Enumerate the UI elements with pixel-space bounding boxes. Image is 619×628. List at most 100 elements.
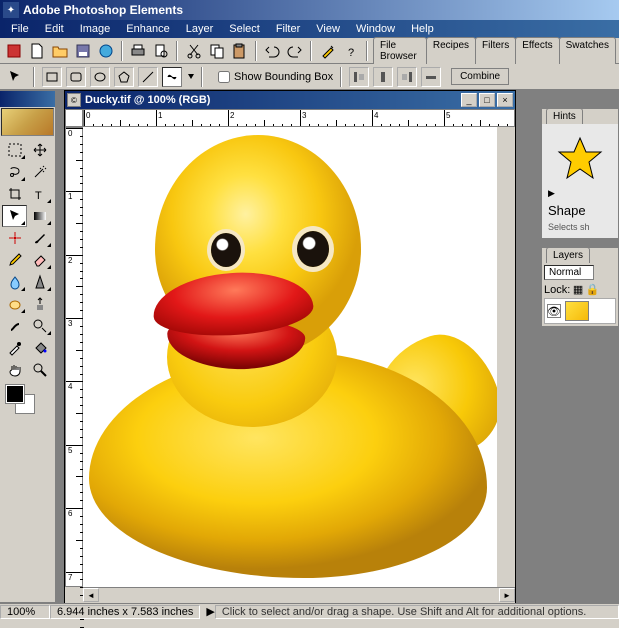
undo-icon[interactable] xyxy=(262,40,283,62)
visibility-toggle[interactable]: 👁 xyxy=(547,304,561,318)
ruler-origin[interactable] xyxy=(65,109,83,127)
app-icon: ✦ xyxy=(3,2,19,18)
show-bounding-box-checkbox[interactable]: Show Bounding Box xyxy=(218,71,333,83)
cut-icon[interactable] xyxy=(183,40,204,62)
menu-layer[interactable]: Layer xyxy=(179,22,221,36)
quickfix-icon[interactable] xyxy=(317,40,338,62)
menu-view[interactable]: View xyxy=(309,22,347,36)
canvas[interactable] xyxy=(83,127,497,587)
svg-text:T: T xyxy=(35,190,42,202)
sponge-tool[interactable] xyxy=(2,293,27,315)
paste-icon[interactable] xyxy=(229,40,250,62)
align-center-icon[interactable] xyxy=(373,67,393,87)
shape-options-dropdown[interactable] xyxy=(188,74,194,79)
marquee-tool[interactable] xyxy=(2,139,27,161)
shape-ellipse[interactable] xyxy=(90,67,110,87)
gradient-tool[interactable] xyxy=(28,205,53,227)
lasso-tool[interactable] xyxy=(2,161,27,183)
scroll-left-button[interactable]: ◄ xyxy=(83,588,99,602)
vertical-ruler[interactable]: 01234567 xyxy=(65,127,83,587)
shape-rounded-rect[interactable] xyxy=(66,67,86,87)
zoom-tool[interactable] xyxy=(28,359,53,381)
save-web-icon[interactable] xyxy=(95,40,116,62)
open-file-icon[interactable] xyxy=(50,40,71,62)
horizontal-ruler[interactable]: 012345 xyxy=(83,109,515,127)
eraser-tool[interactable] xyxy=(28,249,53,271)
save-icon[interactable] xyxy=(72,40,93,62)
menu-image[interactable]: Image xyxy=(73,22,118,36)
print-preview-icon[interactable] xyxy=(151,40,172,62)
crop-tool[interactable] xyxy=(2,183,27,205)
hand-tool[interactable] xyxy=(2,359,27,381)
redo-icon[interactable] xyxy=(285,40,306,62)
sharpen-tool[interactable] xyxy=(28,271,53,293)
print-icon[interactable] xyxy=(128,40,149,62)
menu-enhance[interactable]: Enhance xyxy=(119,22,176,36)
layers-tab[interactable]: Layers xyxy=(546,247,590,263)
hints-tab[interactable]: Hints xyxy=(546,108,583,124)
menu-edit[interactable]: Edit xyxy=(38,22,71,36)
lock-all-icon[interactable]: 🔒 xyxy=(586,284,600,296)
align-right-icon[interactable] xyxy=(397,67,417,87)
adobe-online-icon[interactable] xyxy=(4,40,25,62)
bounding-box-input[interactable] xyxy=(218,71,230,83)
lock-transparent-icon[interactable]: ▦ xyxy=(573,284,583,296)
copy-icon[interactable] xyxy=(206,40,227,62)
bucket-tool[interactable] xyxy=(28,337,53,359)
status-expand-icon[interactable]: ▶ xyxy=(206,605,214,618)
help-icon[interactable]: ? xyxy=(340,40,361,62)
separator xyxy=(255,41,257,61)
close-button[interactable]: × xyxy=(497,93,513,107)
separator xyxy=(310,41,312,61)
zoom-field[interactable]: 100% xyxy=(0,605,50,619)
horizontal-scrollbar[interactable]: ◄ ► xyxy=(83,587,515,603)
arrow-tool-icon[interactable] xyxy=(4,66,26,88)
wand-tool[interactable] xyxy=(28,161,53,183)
toolbox-dragbar[interactable] xyxy=(0,91,55,107)
foreground-color[interactable] xyxy=(6,385,24,403)
type-tool[interactable]: T xyxy=(28,183,53,205)
pencil-tool[interactable] xyxy=(2,249,27,271)
document-titlebar[interactable]: © Ducky.tif @ 100% (RGB) _ □ × xyxy=(65,91,515,109)
shape-select-tool[interactable] xyxy=(2,205,27,227)
layer-row[interactable]: 👁 xyxy=(544,298,616,324)
redeye-tool[interactable] xyxy=(2,227,27,249)
menu-help[interactable]: Help xyxy=(404,22,441,36)
options-bar: Show Bounding Box Combine xyxy=(0,64,619,90)
menu-window[interactable]: Window xyxy=(349,22,402,36)
align-left-icon[interactable] xyxy=(349,67,369,87)
tab-effects[interactable]: Effects xyxy=(515,37,559,64)
shape-line[interactable] xyxy=(138,67,158,87)
blur-tool[interactable] xyxy=(2,271,27,293)
move-tool[interactable] xyxy=(28,139,53,161)
separator xyxy=(33,67,35,87)
brush-tool[interactable] xyxy=(28,227,53,249)
tab-recipes[interactable]: Recipes xyxy=(426,37,476,64)
minimize-button[interactable]: _ xyxy=(461,93,477,107)
clone-tool[interactable] xyxy=(28,293,53,315)
smudge-tool[interactable] xyxy=(2,315,27,337)
blend-mode-dropdown[interactable]: Normal xyxy=(544,265,594,280)
shape-custom[interactable] xyxy=(162,67,182,87)
shape-polygon[interactable] xyxy=(114,67,134,87)
menu-file[interactable]: File xyxy=(4,22,36,36)
align-distribute-icon[interactable] xyxy=(421,67,441,87)
combine-button[interactable]: Combine xyxy=(451,68,509,85)
scroll-right-button[interactable]: ► xyxy=(499,588,515,602)
tab-swatches[interactable]: Swatches xyxy=(559,37,616,64)
document-icon: © xyxy=(67,93,81,107)
dodge-tool[interactable] xyxy=(28,315,53,337)
menu-select[interactable]: Select xyxy=(222,22,267,36)
menu-filter[interactable]: Filter xyxy=(269,22,307,36)
lock-row: Lock: ▦ 🔒 xyxy=(544,283,616,296)
document-dimensions[interactable]: 6.944 inches x 7.583 inches xyxy=(50,605,200,619)
hints-title: Shape xyxy=(548,203,612,218)
maximize-button[interactable]: □ xyxy=(479,93,495,107)
new-file-icon[interactable] xyxy=(27,40,48,62)
status-hint: Click to select and/or drag a shape. Use… xyxy=(215,605,619,619)
tab-file-browser[interactable]: File Browser xyxy=(373,37,427,64)
shape-rectangle[interactable] xyxy=(42,67,62,87)
eyedropper-tool[interactable] xyxy=(2,337,27,359)
hints-description: Selects sh xyxy=(548,222,612,232)
tab-filters[interactable]: Filters xyxy=(475,37,516,64)
